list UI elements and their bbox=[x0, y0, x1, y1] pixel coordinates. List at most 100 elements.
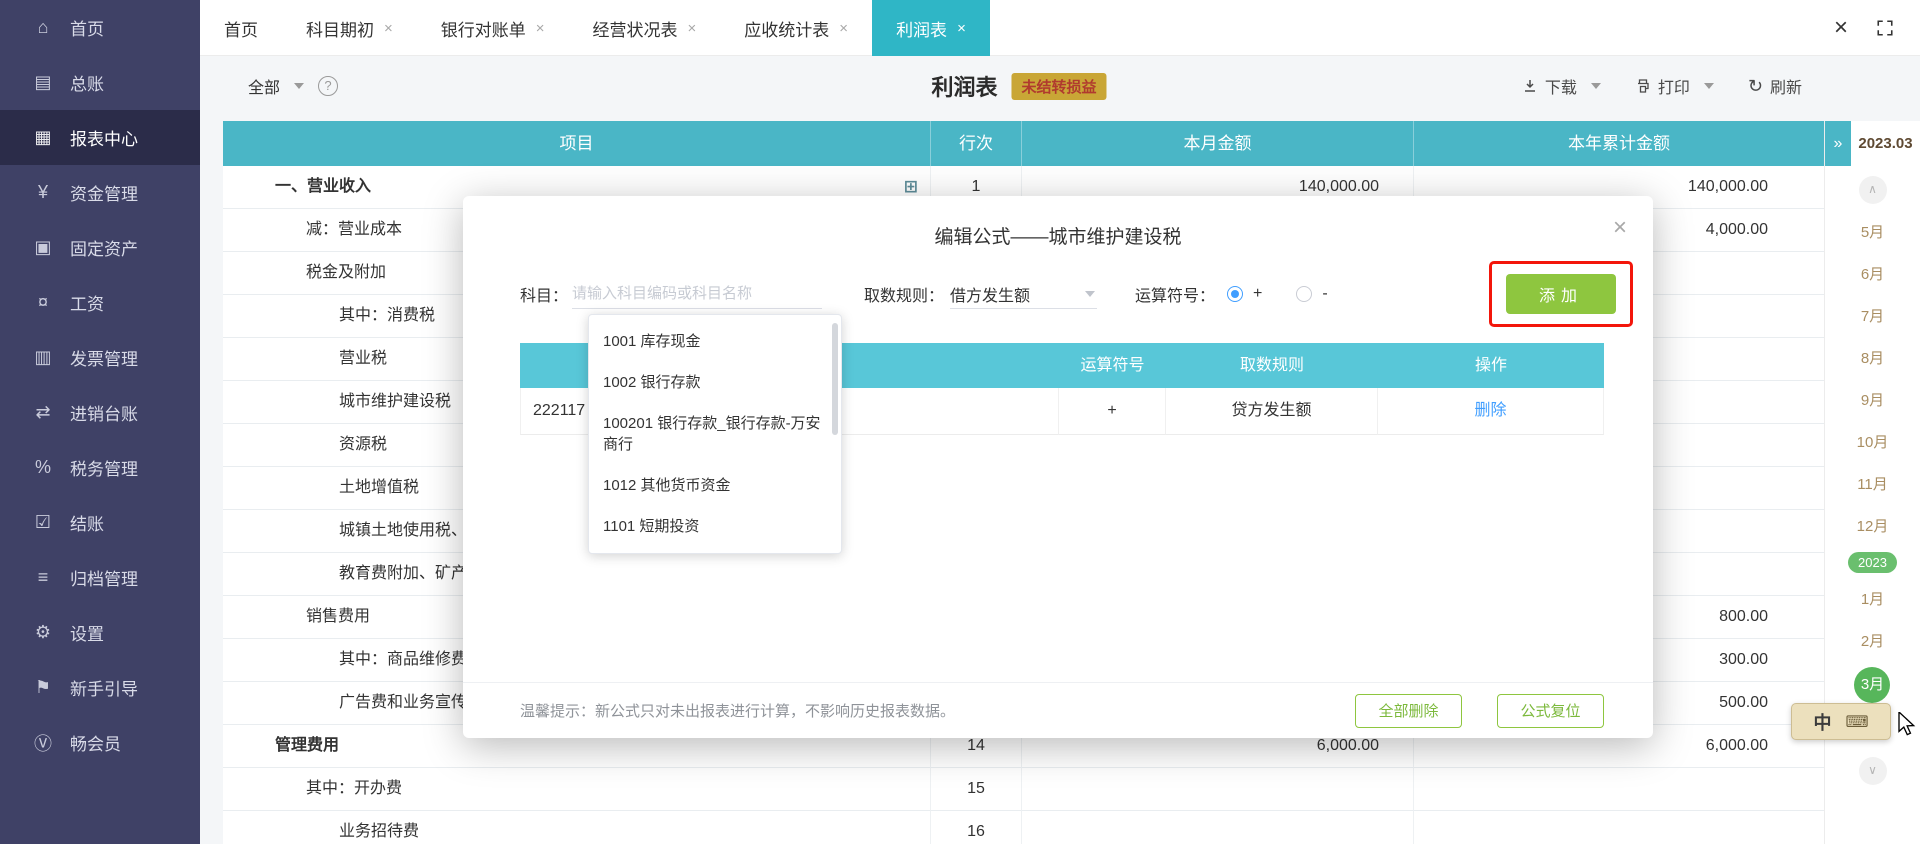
operator-minus-radio[interactable] bbox=[1296, 286, 1313, 302]
refresh-icon: ↻ bbox=[1747, 76, 1763, 96]
formula-column-header: 操作 bbox=[1378, 343, 1604, 388]
month-10月[interactable]: 10月 bbox=[1853, 426, 1891, 460]
row-year-amount bbox=[1414, 768, 1824, 811]
subject-option[interactable]: 1001 库存现金 bbox=[589, 321, 841, 362]
dropdown-scrollbar[interactable] bbox=[832, 323, 838, 435]
operator-plus-radio[interactable] bbox=[1227, 286, 1244, 302]
add-button[interactable]: 添加 bbox=[1506, 274, 1616, 314]
tab-bank-statement[interactable]: 银行对账单 × bbox=[417, 0, 569, 56]
rule-select[interactable]: 借方发生额 bbox=[950, 279, 1098, 309]
subject-input[interactable] bbox=[572, 279, 823, 309]
scroll-down-icon[interactable]: ∨ bbox=[1858, 757, 1887, 785]
month-2月[interactable]: 2月 bbox=[1853, 625, 1891, 659]
tab-subject-opening[interactable]: 科目期初 × bbox=[282, 0, 417, 56]
sidebar-item-home[interactable]: ⌂ 首页 bbox=[0, 0, 200, 55]
subject-dropdown: 1001 库存现金 1002 银行存款 100201 银行存款_银行存款-万安商行 1… bbox=[588, 314, 842, 554]
sidebar-item-label: 进销台账 bbox=[70, 405, 138, 424]
sidebar-item-label: 报表中心 bbox=[70, 130, 138, 149]
month-8月[interactable]: 8月 bbox=[1853, 342, 1891, 376]
mouse-cursor bbox=[1898, 712, 1916, 736]
refresh-button[interactable]: ↻ 刷新 bbox=[1748, 74, 1802, 98]
delete-link[interactable]: 删除 bbox=[1474, 402, 1506, 419]
close-icon[interactable]: × bbox=[1834, 15, 1848, 40]
status-badge: 未结转损益 bbox=[1011, 72, 1107, 100]
sidebar-item-label: 首页 bbox=[70, 20, 104, 39]
formula-reset-button[interactable]: 公式复位 bbox=[1497, 693, 1604, 728]
month-3月[interactable]: 3月 bbox=[1854, 667, 1891, 703]
chevron-down-icon bbox=[1085, 290, 1096, 297]
delete-all-button[interactable]: 全部删除 bbox=[1355, 693, 1462, 728]
dialog-close-icon[interactable]: × bbox=[1613, 216, 1627, 240]
ime-toolbar[interactable]: 中 ⌨ bbox=[1791, 703, 1891, 740]
month-5月[interactable]: 5月 bbox=[1853, 216, 1891, 250]
subject-option[interactable]: 100201 银行存款_银行存款-万安商行 bbox=[589, 403, 841, 465]
formula-column-header: 取数规则 bbox=[1166, 343, 1378, 388]
sidebar-item-label: 新手引导 bbox=[70, 680, 138, 699]
sidebar-item-general-ledger[interactable]: ▤ 总账 bbox=[0, 55, 200, 110]
collapse-panel-icon[interactable]: » bbox=[1825, 121, 1851, 166]
help-icon[interactable]: ? bbox=[318, 76, 339, 96]
tab-close-icon[interactable]: × bbox=[957, 20, 966, 37]
sidebar-item-membership[interactable]: Ⓥ 畅会员 bbox=[0, 715, 200, 770]
tab-home[interactable]: 首页 bbox=[200, 0, 282, 56]
download-button[interactable]: 下载 bbox=[1522, 74, 1601, 98]
tab-close-icon[interactable]: × bbox=[384, 20, 393, 37]
month-7月[interactable]: 7月 bbox=[1853, 300, 1891, 334]
month-9月[interactable]: 9月 bbox=[1853, 384, 1891, 418]
formula-rule: 贷方发生额 bbox=[1166, 388, 1378, 435]
sidebar-item-label: 结账 bbox=[70, 515, 104, 534]
month-11月[interactable]: 11月 bbox=[1853, 468, 1891, 502]
sidebar-item-fixed-assets[interactable]: ▣ 固定资产 bbox=[0, 220, 200, 275]
scroll-up-icon[interactable]: ∧ bbox=[1858, 176, 1887, 204]
sidebar-item-archive-management[interactable]: ≡ 归档管理 bbox=[0, 550, 200, 605]
sidebar-item-invoice-management[interactable]: ▥ 发票管理 bbox=[0, 330, 200, 385]
print-button[interactable]: 打印 bbox=[1635, 74, 1714, 98]
rule-select-value: 借方发生额 bbox=[950, 287, 1031, 305]
tab-close-icon[interactable]: × bbox=[536, 20, 545, 37]
tab-close-icon[interactable]: × bbox=[688, 20, 697, 37]
sidebar-item-tax-management[interactable]: % 税务管理 bbox=[0, 440, 200, 495]
month-1月[interactable]: 1月 bbox=[1853, 583, 1891, 617]
formula-operator: + bbox=[1059, 388, 1166, 435]
table-row[interactable]: 业务招待费 16 bbox=[223, 811, 1824, 844]
month-12月[interactable]: 12月 bbox=[1853, 510, 1891, 544]
annotation-highlight-box: 添加 bbox=[1489, 261, 1633, 327]
fullscreen-icon[interactable] bbox=[1876, 19, 1894, 37]
tab-income-statement[interactable]: 利润表 × bbox=[872, 0, 990, 56]
tab-close-icon[interactable]: × bbox=[839, 20, 848, 37]
report-toolbar: 全部 ? 利润表 未结转损益 下载 打印 ↻ 刷新 bbox=[200, 56, 1920, 116]
sidebar-item-beginner-guide[interactable]: ⚑ 新手引导 bbox=[0, 660, 200, 715]
invoice-management-icon: ▥ bbox=[34, 347, 52, 367]
sidebar-item-fund-management[interactable]: ¥ 资金管理 bbox=[0, 165, 200, 220]
beginner-guide-icon: ⚑ bbox=[34, 677, 52, 697]
sidebar-item-label: 工资 bbox=[70, 295, 104, 314]
row-month-amount bbox=[1022, 811, 1414, 844]
sidebar-item-label: 畅会员 bbox=[70, 735, 121, 754]
sidebar-item-closing[interactable]: ☑ 结账 bbox=[0, 495, 200, 550]
sidebar-item-purchase-sales-ledger[interactable]: ⇄ 进销台账 bbox=[0, 385, 200, 440]
page-title: 利润表 bbox=[931, 75, 998, 100]
purchase-sales-ledger-icon: ⇄ bbox=[35, 402, 51, 422]
sidebar-item-report-center[interactable]: ▦ 报表中心 bbox=[0, 110, 200, 165]
row-month-amount bbox=[1022, 768, 1414, 811]
sidebar: ⌂ 首页 ▤ 总账 ▦ 报表中心 ¥ 资金管理 ▣ 固定资产 ¤ 工资 ▥ 发票管理 ⇄ 进销台账% 税务管理 ☑… bbox=[0, 0, 200, 844]
sidebar-item-payroll[interactable]: ¤ 工资 bbox=[0, 275, 200, 330]
formula-action-cell: 删除 bbox=[1378, 388, 1604, 435]
month-6月[interactable]: 6月 bbox=[1853, 258, 1891, 292]
sidebar-item-label: 发票管理 bbox=[70, 350, 138, 369]
tab-receivables-stats[interactable]: 应收统计表 × bbox=[720, 0, 872, 56]
scope-filter-dropdown[interactable]: 全部 bbox=[248, 74, 305, 98]
operator-minus-label: - bbox=[1322, 285, 1328, 302]
sidebar-item-settings[interactable]: ⚙ 设置 bbox=[0, 605, 200, 660]
closing-icon: ☑ bbox=[34, 512, 52, 532]
archive-management-icon: ≡ bbox=[37, 567, 49, 587]
subject-option[interactable]: 1101 短期投资 bbox=[589, 506, 841, 547]
subject-option[interactable]: 1002 银行存款 bbox=[589, 362, 841, 403]
year-badge[interactable]: 2023 bbox=[1848, 552, 1897, 573]
table-row[interactable]: 其中：开办费 15 bbox=[223, 768, 1824, 811]
sidebar-item-label: 归档管理 bbox=[70, 570, 138, 589]
sidebar-nav: ⌂ 首页 ▤ 总账 ▦ 报表中心 ¥ 资金管理 ▣ 固定资产 ¤ 工资 ▥ 发票管理 ⇄ 进销台账% 税务管理 ☑… bbox=[0, 0, 200, 770]
tab-business-status[interactable]: 经营状况表 × bbox=[569, 0, 721, 56]
table-header-row: 项目 行次 本月金额 本年累计金额 bbox=[223, 121, 1824, 166]
subject-option[interactable]: 1012 其他货币资金 bbox=[589, 465, 841, 506]
